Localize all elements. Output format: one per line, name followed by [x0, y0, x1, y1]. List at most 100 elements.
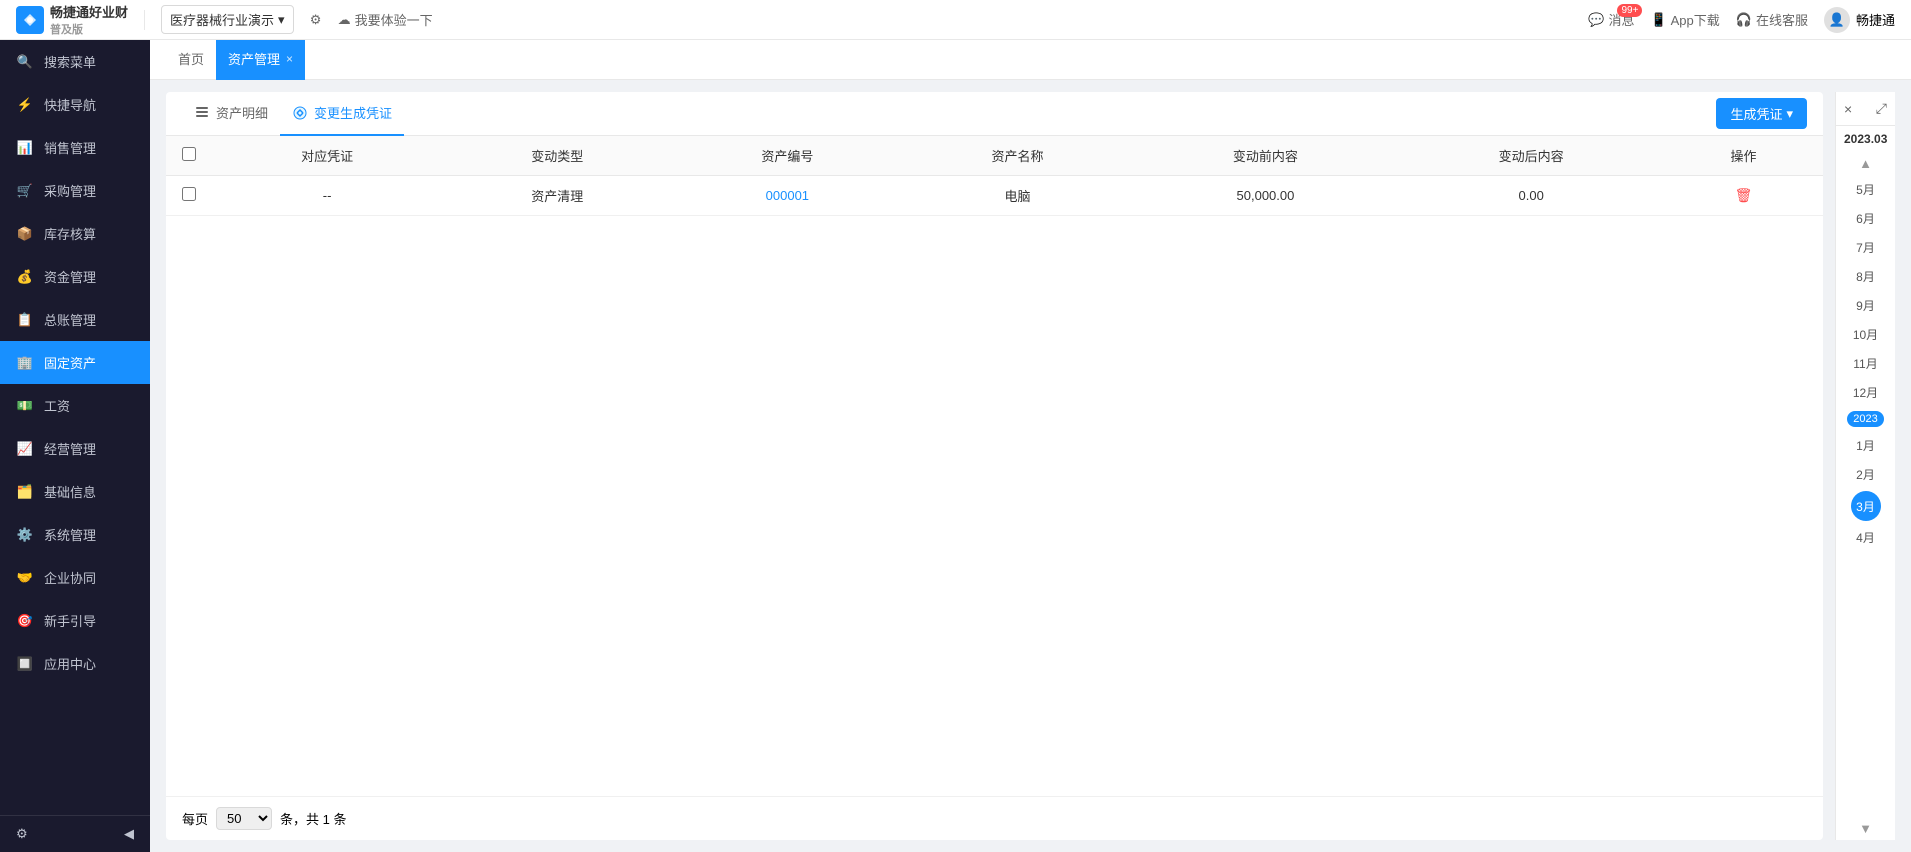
system-icon: ⚙️ — [16, 526, 34, 544]
sidebar-item-guide[interactable]: 🎯 新手引导 — [0, 599, 150, 642]
row-before: 50,000.00 — [1133, 176, 1399, 216]
sidebar-item-payroll[interactable]: 💵 工资 — [0, 384, 150, 427]
sidebar-item-finance[interactable]: 💰 资金管理 — [0, 255, 150, 298]
sidebar-item-purchase[interactable]: 🛒 采购管理 — [0, 169, 150, 212]
ledger-icon: 📋 — [16, 311, 34, 329]
experience-btn[interactable]: ☁ 我要体验一下 — [338, 10, 433, 29]
sidebar-label-purchase: 采购管理 — [44, 181, 96, 200]
tab-asset[interactable]: 资产管理 × — [216, 40, 305, 80]
sidebar-item-management[interactable]: 📈 经营管理 — [0, 427, 150, 470]
sidebar-bottom: ⚙ ◀ — [0, 815, 150, 852]
row-voucher: -- — [212, 176, 442, 216]
month-item[interactable]: 9月 — [1836, 291, 1895, 320]
sidebar-label-system: 系统管理 — [44, 525, 96, 544]
month-item[interactable]: 2月 — [1836, 460, 1895, 489]
row-checkbox-0[interactable] — [182, 187, 196, 201]
month-item[interactable]: 12月 — [1836, 378, 1895, 407]
sidebar-label-finance: 资金管理 — [44, 267, 96, 286]
main-card: 资产明细 变更生成凭证 生成 — [166, 92, 1823, 840]
user-icon: 👤 — [1829, 12, 1845, 28]
sidebar-label-nav: 快捷导航 — [44, 95, 96, 114]
dropdown-arrow-icon: ▾ — [1786, 106, 1793, 122]
sidebar-label-basic: 基础信息 — [44, 482, 96, 501]
month-item[interactable]: 4月 — [1836, 523, 1895, 552]
header-right: 💬 消息 99+ 📱 App下载 🎧 在线客服 👤 畅捷通 — [1588, 7, 1895, 33]
coop-icon: 🤝 — [16, 569, 34, 587]
month-item[interactable]: 10月 — [1836, 320, 1895, 349]
sidebar-item-nav[interactable]: ⚡ 快捷导航 — [0, 83, 150, 126]
year-2023-badge[interactable]: 2023 — [1847, 411, 1883, 427]
row-after: 0.00 — [1398, 176, 1664, 216]
sidebar-label-management: 经营管理 — [44, 439, 96, 458]
sidebar-item-search[interactable]: 🔍 搜索菜单 — [0, 40, 150, 83]
nav-up-icon[interactable]: ▲ — [1836, 152, 1895, 175]
settings-icon[interactable]: ⚙ — [302, 6, 330, 34]
sidebar-item-sales[interactable]: 📊 销售管理 — [0, 126, 150, 169]
sales-icon: 📊 — [16, 139, 34, 157]
sidebar-item-inventory[interactable]: 📦 库存核算 — [0, 212, 150, 255]
sidebar-item-basic[interactable]: 🗂️ 基础信息 — [0, 470, 150, 513]
col-before: 变动前内容 — [1133, 136, 1399, 176]
month-item[interactable]: 6月 — [1836, 204, 1895, 233]
col-action: 操作 — [1664, 136, 1823, 176]
month-item[interactable]: 5月 — [1836, 175, 1895, 204]
company-name: 医疗器械行业演示 — [170, 10, 274, 29]
sidebar-label-ledger: 总账管理 — [44, 310, 96, 329]
basic-icon: 🗂️ — [16, 483, 34, 501]
month-item[interactable]: 1月 — [1836, 431, 1895, 460]
sidebar-item-system[interactable]: ⚙️ 系统管理 — [0, 513, 150, 556]
row-name: 电脑 — [902, 176, 1132, 216]
service-label: 在线客服 — [1756, 10, 1808, 29]
page-size-select[interactable]: 50 10 20 100 — [216, 807, 272, 830]
panel-expand-icon[interactable]: ⤢ — [1876, 100, 1887, 117]
mobile-icon: 📱 — [1650, 12, 1666, 28]
row-checkbox-cell — [166, 176, 212, 216]
logo-icon — [16, 6, 44, 34]
col-checkbox — [166, 136, 212, 176]
settings-bottom-icon[interactable]: ⚙ — [16, 826, 28, 842]
user-info[interactable]: 👤 畅捷通 — [1824, 7, 1895, 33]
generate-voucher-btn[interactable]: 生成凭证 ▾ — [1716, 98, 1807, 129]
service-btn[interactable]: 🎧 在线客服 — [1736, 10, 1808, 29]
inner-tabs: 资产明细 变更生成凭证 生成 — [166, 92, 1823, 136]
tab-asset-detail[interactable]: 资产明细 — [182, 92, 280, 136]
col-code: 资产编号 — [672, 136, 902, 176]
app-download-btn[interactable]: 📱 App下载 — [1650, 10, 1719, 29]
panel-close-icon[interactable]: × — [1844, 101, 1852, 117]
message-btn[interactable]: 💬 消息 99+ — [1588, 10, 1634, 29]
month-item[interactable]: 8月 — [1836, 262, 1895, 291]
month-item[interactable]: 3月 — [1851, 491, 1881, 521]
chevron-down-icon: ▾ — [278, 12, 285, 28]
sidebar-item-apps[interactable]: 🔲 应用中心 — [0, 642, 150, 685]
table-row: -- 资产清理 000001 电脑 50,000.00 0.00 🗑 — [166, 176, 1823, 216]
logo-text: 畅捷通好业财 — [50, 2, 128, 21]
current-period-label: 2023.03 — [1836, 126, 1895, 152]
nav-down-icon[interactable]: ▼ — [1836, 817, 1895, 840]
tab-voucher-gen[interactable]: 变更生成凭证 — [280, 92, 404, 136]
sidebar-item-ledger[interactable]: 📋 总账管理 — [0, 298, 150, 341]
sidebar-item-coop[interactable]: 🤝 企业协同 — [0, 556, 150, 599]
table-icon — [194, 105, 210, 121]
guide-icon: 🎯 — [16, 612, 34, 630]
sidebar-item-fixed[interactable]: 🏢 固定资产 — [0, 341, 150, 384]
tab-asset-close[interactable]: × — [286, 52, 293, 66]
month-list: 5月6月7月8月9月10月11月12月 2023 1月2月3月4月 — [1836, 175, 1895, 817]
collapse-icon[interactable]: ◀ — [124, 826, 134, 842]
logo-area: 畅捷通好业财 普及版 — [16, 2, 128, 37]
col-after: 变动后内容 — [1398, 136, 1664, 176]
delete-row-btn[interactable]: 🗑 — [1735, 187, 1753, 204]
page-size-prefix: 每页 — [182, 809, 208, 828]
tab-asset-detail-label: 资产明细 — [216, 103, 268, 122]
sidebar-label-guide: 新手引导 — [44, 611, 96, 630]
headset-icon: 🎧 — [1736, 12, 1752, 28]
management-icon: 📈 — [16, 440, 34, 458]
company-selector[interactable]: 医疗器械行业演示 ▾ — [161, 5, 294, 34]
month-item[interactable]: 11月 — [1836, 349, 1895, 378]
change-icon — [292, 105, 308, 121]
month-item[interactable]: 7月 — [1836, 233, 1895, 262]
tab-home[interactable]: 首页 — [166, 40, 216, 80]
apps-icon: 🔲 — [16, 655, 34, 673]
select-all-checkbox[interactable] — [182, 147, 196, 161]
sidebar-label-coop: 企业协同 — [44, 568, 96, 587]
avatar: 👤 — [1824, 7, 1850, 33]
